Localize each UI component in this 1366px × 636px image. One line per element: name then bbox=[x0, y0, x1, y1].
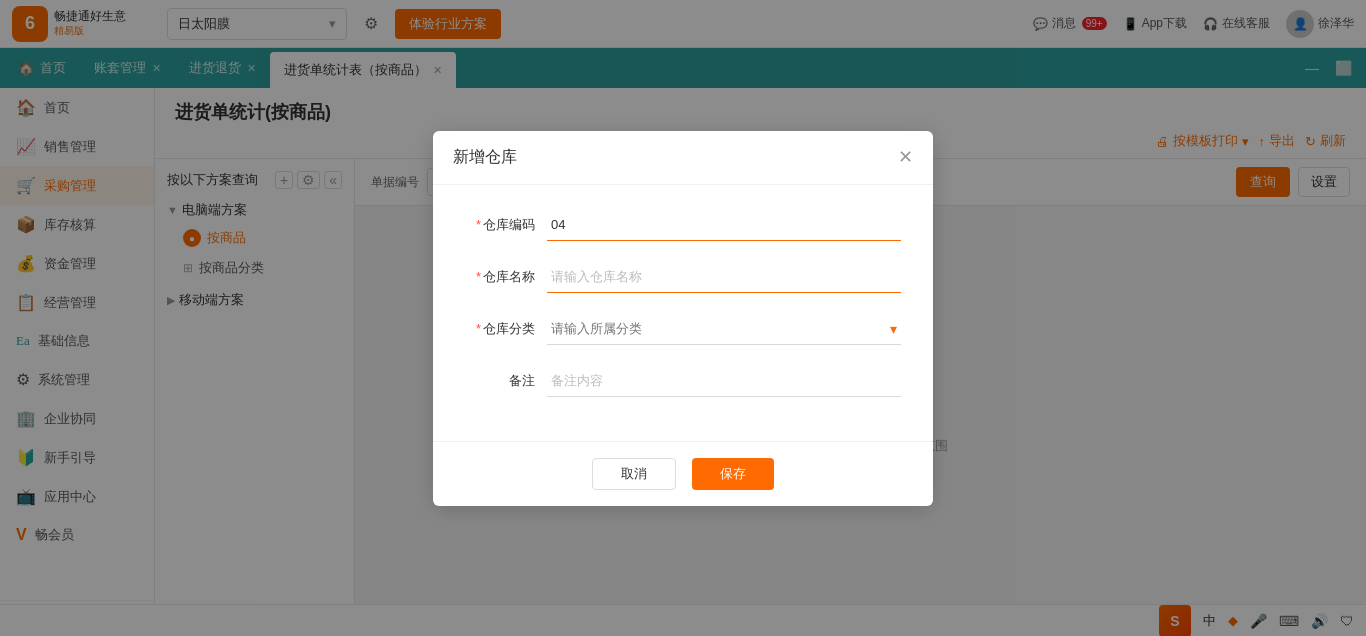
category-select-wrapper: ▾ bbox=[547, 313, 901, 345]
save-button[interactable]: 保存 bbox=[692, 458, 774, 490]
modal-close-icon[interactable]: ✕ bbox=[898, 148, 913, 166]
name-input[interactable] bbox=[547, 261, 901, 293]
code-label: 仓库编码 bbox=[465, 216, 535, 234]
name-label: 仓库名称 bbox=[465, 268, 535, 286]
category-input[interactable] bbox=[547, 313, 901, 345]
code-input[interactable] bbox=[547, 209, 901, 241]
modal-body: 仓库编码 仓库名称 仓库分类 ▾ 备注 bbox=[433, 185, 933, 441]
remark-label: 备注 bbox=[465, 372, 535, 390]
category-label: 仓库分类 bbox=[465, 320, 535, 338]
modal-title: 新增仓库 bbox=[453, 147, 517, 168]
form-row-name: 仓库名称 bbox=[465, 261, 901, 293]
form-row-category: 仓库分类 ▾ bbox=[465, 313, 901, 345]
new-warehouse-modal: 新增仓库 ✕ 仓库编码 仓库名称 仓库分类 ▾ bbox=[433, 131, 933, 506]
modal-header: 新增仓库 ✕ bbox=[433, 131, 933, 185]
modal-overlay: 新增仓库 ✕ 仓库编码 仓库名称 仓库分类 ▾ bbox=[0, 0, 1366, 636]
modal-footer: 取消 保存 bbox=[433, 441, 933, 506]
form-row-remark: 备注 bbox=[465, 365, 901, 397]
form-row-code: 仓库编码 bbox=[465, 209, 901, 241]
cancel-button[interactable]: 取消 bbox=[592, 458, 676, 490]
remark-input[interactable] bbox=[547, 365, 901, 397]
